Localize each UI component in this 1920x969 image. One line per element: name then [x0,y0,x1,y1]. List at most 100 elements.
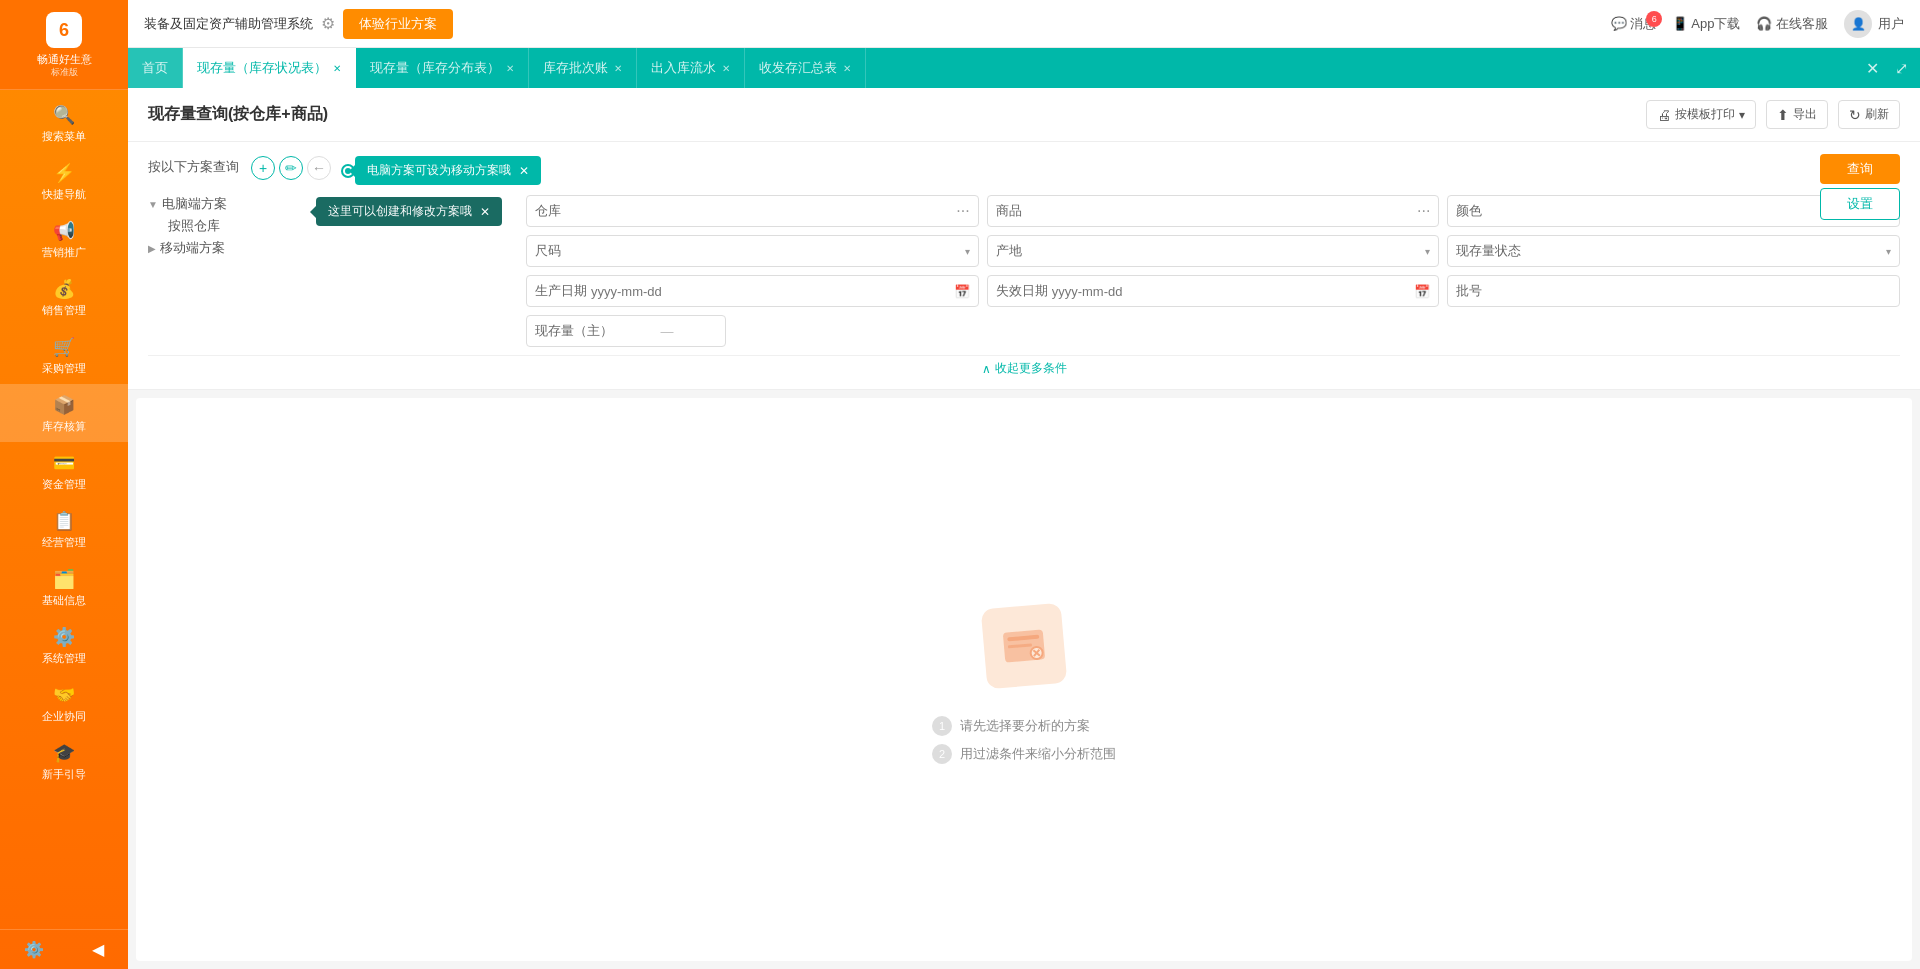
settings-bottom-btn[interactable]: ⚙️ [24,940,44,959]
warehouse-field[interactable]: 仓库 ··· [526,195,979,227]
tab-stock-status-label: 现存量（库存状况表） [197,59,327,77]
tab-stock-receive-close[interactable]: ✕ [843,63,851,74]
collapse-filter-btn[interactable]: ∧ 收起更多条件 [148,355,1900,381]
avatar: 👤 [1844,10,1872,38]
desktop-scheme-label[interactable]: 电脑端方案 [162,195,227,213]
production-date-input[interactable] [591,284,950,299]
basic-icon: 🗂️ [53,568,75,590]
sidebar-item-label: 基础信息 [42,593,86,608]
goods-dots[interactable]: ··· [1417,202,1430,220]
sidebar-item-sales[interactable]: 💰 销售管理 [0,268,128,326]
warehouse-dots[interactable]: ··· [956,202,969,220]
expiry-date-field[interactable]: 失效日期 📅 [987,275,1440,307]
stock-status-field[interactable]: 现存量状态 ▾ [1447,235,1900,267]
sidebar-item-inventory[interactable]: 📦 库存核算 [0,384,128,442]
tab-stock-status-close[interactable]: ✕ [333,63,341,74]
tab-stock-batch[interactable]: 库存批次账 ✕ [529,48,637,88]
user-label: 用户 [1878,15,1904,33]
system-icon: ⚙️ [53,626,75,648]
tab-stock-receive[interactable]: 收发存汇总表 ✕ [745,48,866,88]
size-arrow-icon: ▾ [965,246,970,257]
export-btn[interactable]: ⬆ 导出 [1766,100,1828,129]
stock-main-field[interactable]: 现存量（主） — [526,315,726,347]
marketing-icon: 📢 [53,220,75,242]
empty-svg [991,613,1056,678]
sidebar-item-operation[interactable]: 📋 经营管理 [0,500,128,558]
empty-icon [974,596,1074,696]
app-badge: 标准版 [51,66,78,79]
tooltip-scheme2: 这里可以创建和修改方案哦 ✕ [316,197,502,226]
tabbar: 首页 现存量（库存状况表） ✕ 现存量（库存分布表） ✕ 库存批次账 ✕ 出入库… [128,48,1920,88]
production-date-field[interactable]: 生产日期 📅 [526,275,979,307]
user-menu[interactable]: 👤 用户 [1844,10,1904,38]
add-scheme-btn[interactable]: + [251,156,275,180]
origin-arrow-icon: ▾ [1425,246,1430,257]
sidebar-item-label: 快捷导航 [42,187,86,202]
content-header: 现存量查询(按仓库+商品) 🖨 按模板打印 ▾ ⬆ 导出 ↻ 刷新 [128,88,1920,142]
reset-btn[interactable]: 设置 [1820,188,1900,220]
tab-stock-dist-close[interactable]: ✕ [506,63,514,74]
tab-stock-inout[interactable]: 出入库流水 ✕ [637,48,745,88]
print-btn[interactable]: 🖨 按模板打印 ▾ [1646,100,1756,129]
export-icon: ⬆ [1777,107,1789,123]
batch-field[interactable]: 批号 [1447,275,1900,307]
sidebar-item-finance[interactable]: 💳 资金管理 [0,442,128,500]
production-date-calendar-icon[interactable]: 📅 [954,284,970,299]
newbie-icon: 🎓 [53,742,75,764]
sidebar-bottom: ⚙️ ◀ [0,929,128,969]
sidebar-nav: 🔍 搜索菜单 ⚡ 快捷导航 📢 营销推广 💰 销售管理 🛒 采购管理 📦 库存核… [0,90,128,929]
tab-stock-inout-close[interactable]: ✕ [722,63,730,74]
sidebar-item-basic[interactable]: 🗂️ 基础信息 [0,558,128,616]
sidebar-item-newbie[interactable]: 🎓 新手引导 [0,732,128,790]
desktop-scheme-child[interactable]: 按照仓库 [168,218,220,233]
back-scheme-btn[interactable]: ← [307,156,331,180]
sidebar-item-system[interactable]: ⚙️ 系统管理 [0,616,128,674]
quick-nav-icon: ⚡ [53,162,75,184]
expiry-date-calendar-icon[interactable]: 📅 [1414,284,1430,299]
empty-state: 1 请先选择要分析的方案 2 用过滤条件来缩小分析范围 [136,398,1912,961]
tab-stock-dist[interactable]: 现存量（库存分布表） ✕ [356,48,529,88]
step2-num: 2 [932,744,952,764]
edit-scheme-btn[interactable]: ✏ [279,156,303,180]
stock-main-separator: — [661,324,674,339]
sidebar-item-label: 新手引导 [42,767,86,782]
messages-badge[interactable]: 💬 消息 6 [1611,15,1657,33]
sidebar-item-quick-nav[interactable]: ⚡ 快捷导航 [0,152,128,210]
sidebar-item-marketing[interactable]: 📢 营销推广 [0,210,128,268]
tooltip2-close-btn[interactable]: ✕ [480,205,490,219]
system-settings-icon[interactable]: ⚙ [321,14,335,33]
topbar-left: 装备及固定资产辅助管理系统 ⚙ 体验行业方案 [144,9,453,39]
tab-home-label: 首页 [142,59,168,77]
origin-field[interactable]: 产地 ▾ [987,235,1440,267]
sidebar-item-enterprise[interactable]: 🤝 企业协同 [0,674,128,732]
online-service-link[interactable]: 🎧 在线客服 [1756,15,1828,33]
tab-home[interactable]: 首页 [128,48,183,88]
tab-stock-batch-close[interactable]: ✕ [614,63,622,74]
app-download-link[interactable]: 📱 App下载 [1672,15,1740,33]
mobile-scheme-label[interactable]: 移动端方案 [160,239,225,257]
app-name: 畅通好生意 [37,52,92,66]
header-actions: 🖨 按模板打印 ▾ ⬆ 导出 ↻ 刷新 [1646,100,1900,129]
industry-btn[interactable]: 体验行业方案 [343,9,453,39]
collapse-sidebar-btn[interactable]: ◀ [92,940,104,959]
sidebar-item-search-menu[interactable]: 🔍 搜索菜单 [0,94,128,152]
sidebar-item-label: 企业协同 [42,709,86,724]
search-btn[interactable]: 查询 [1820,154,1900,184]
size-field[interactable]: 尺码 ▾ [526,235,979,267]
expiry-date-input[interactable] [1052,284,1411,299]
tab-stock-dist-label: 现存量（库存分布表） [370,59,500,77]
refresh-btn[interactable]: ↻ 刷新 [1838,100,1900,129]
empty-step-1: 1 请先选择要分析的方案 [932,716,1116,736]
tab-stock-status[interactable]: 现存量（库存状况表） ✕ [183,48,356,88]
tab-close-all-btn[interactable]: ✕ [1862,55,1883,82]
enterprise-icon: 🤝 [53,684,75,706]
sidebar-item-purchase[interactable]: 🛒 采购管理 [0,326,128,384]
tab-expand-btn[interactable]: ⤢ [1891,55,1912,82]
tooltip1-close-btn[interactable]: ✕ [519,164,529,178]
color-label: 颜色 [1456,202,1482,220]
sidebar-item-label: 系统管理 [42,651,86,666]
sidebar-item-label: 资金管理 [42,477,86,492]
page-title: 现存量查询(按仓库+商品) [148,104,328,125]
goods-field[interactable]: 商品 ··· [987,195,1440,227]
size-label: 尺码 [535,242,561,260]
